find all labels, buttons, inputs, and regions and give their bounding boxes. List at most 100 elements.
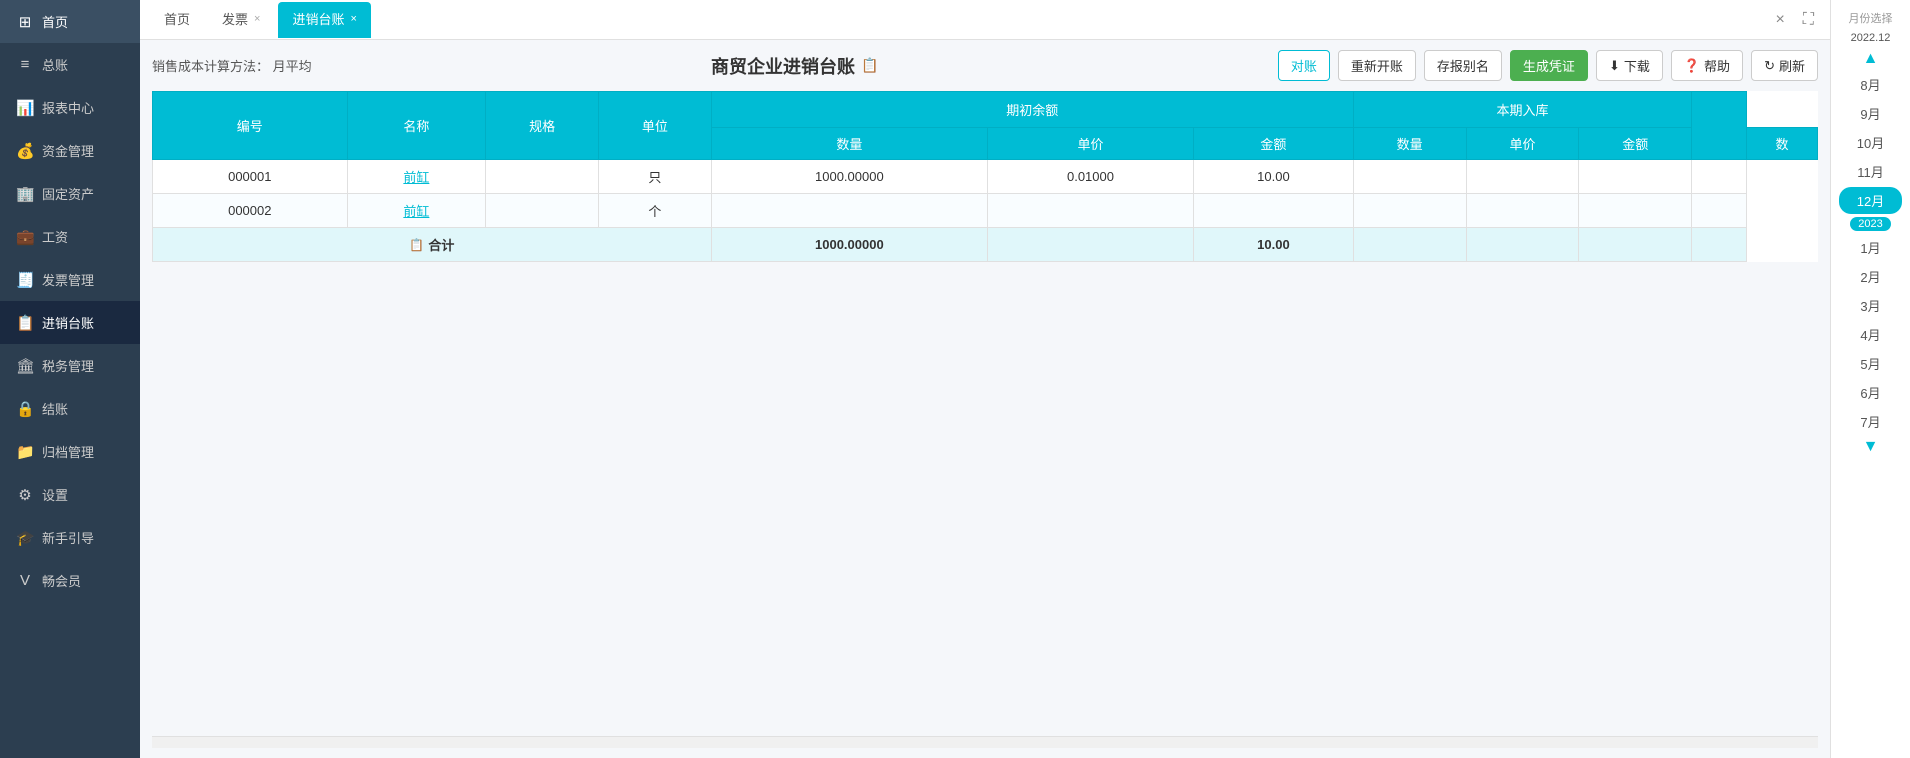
cell-opening-qty-2	[711, 194, 987, 228]
month-item-2023-1[interactable]: 1月	[1831, 233, 1910, 262]
cell-unit-1: 只	[598, 160, 711, 194]
sidebar-item-label: 归档管理	[42, 442, 94, 461]
tab-home-label: 首页	[164, 9, 190, 28]
help-label: 帮助	[1704, 56, 1730, 75]
tab-invoice-close[interactable]: ×	[254, 13, 260, 25]
sidebar-item-payroll[interactable]: 💼 工资	[0, 215, 140, 258]
table-row: 000002 前缸 个	[153, 194, 1818, 228]
refresh-button[interactable]: ↻ 刷新	[1751, 50, 1818, 81]
month-nav-up[interactable]: ▲	[1831, 48, 1910, 70]
purchase-sales-icon: 📋	[16, 314, 34, 332]
refresh-icon: ↻	[1764, 58, 1775, 74]
page-title-icon[interactable]: 📋	[861, 57, 878, 74]
toolbar: 对账 重新开账 存报别名 生成凭证 ⬇ 下载 ❓ 帮助	[1278, 50, 1818, 81]
total-inbound-qty	[1353, 228, 1466, 262]
cell-inbound-qty-2	[1353, 194, 1466, 228]
month-item-2023-4[interactable]: 4月	[1831, 320, 1910, 349]
page-title-text: 商贸企业进销台账	[711, 53, 855, 79]
cell-extra-2	[1692, 194, 1747, 228]
col-header-extra	[1692, 92, 1747, 160]
month-nav-down[interactable]: ▼	[1831, 436, 1910, 458]
month-item-12[interactable]: 12月	[1839, 187, 1902, 214]
total-inbound-price	[1466, 228, 1579, 262]
window-maximize-button[interactable]: ⛶	[1797, 9, 1820, 31]
sub-header-opening-price: 单价	[987, 128, 1193, 160]
report-icon: 📊	[16, 99, 34, 117]
sidebar-item-label: 发票管理	[42, 270, 94, 289]
total-row: 📋 合计 1000.00000 10.00	[153, 228, 1818, 262]
sub-header-opening-amount: 金额	[1194, 128, 1354, 160]
month-year-label-2022: 2022.12	[1831, 30, 1910, 48]
tab-invoice[interactable]: 发票 ×	[208, 2, 274, 38]
sidebar-item-fixed-assets[interactable]: 🏢 固定资产	[0, 172, 140, 215]
sidebar-item-label: 工资	[42, 227, 68, 246]
reopen-button[interactable]: 重新开账	[1338, 50, 1416, 81]
sidebar-item-closing[interactable]: 🔒 结账	[0, 387, 140, 430]
settings-icon: ⚙	[16, 486, 34, 504]
month-item-11[interactable]: 11月	[1831, 157, 1910, 186]
month-item-2023-2[interactable]: 2月	[1831, 262, 1910, 291]
cell-opening-price-1: 0.01000	[987, 160, 1193, 194]
cell-spec-1	[486, 160, 599, 194]
page-content: 销售成本计算方法： 月平均 商贸企业进销台账 📋 对账 重新开账 存报别名 生成…	[140, 40, 1830, 758]
generate-voucher-button[interactable]: 生成凭证	[1510, 50, 1588, 81]
window-close-button[interactable]: ×	[1769, 9, 1790, 31]
month-item-8[interactable]: 8月	[1831, 70, 1910, 99]
cell-name-2: 前缸	[347, 194, 486, 228]
tab-home[interactable]: 首页	[150, 2, 204, 38]
sidebar-item-archive-management[interactable]: 📁 归档管理	[0, 430, 140, 473]
sub-header-opening-qty: 数量	[711, 128, 987, 160]
month-item-2023-3[interactable]: 3月	[1831, 291, 1910, 320]
tax-icon: 🏛	[16, 357, 34, 375]
invoice-icon: 🧾	[16, 271, 34, 289]
sidebar-item-label: 进销台账	[42, 313, 94, 332]
bottom-scrollbar[interactable]	[152, 736, 1818, 748]
page-title: 商贸企业进销台账 📋	[711, 53, 878, 79]
sidebar-item-purchase-sales[interactable]: 📋 进销台账	[0, 301, 140, 344]
cell-opening-amount-2	[1194, 194, 1354, 228]
total-opening-price	[987, 228, 1193, 262]
tab-purchase-sales[interactable]: 进销台账 ×	[278, 2, 370, 38]
month-item-2023-6[interactable]: 6月	[1831, 378, 1910, 407]
cell-name-1: 前缸	[347, 160, 486, 194]
cost-method-label: 销售成本计算方法：	[152, 59, 269, 74]
sidebar-item-label: 新手引导	[42, 528, 94, 547]
sidebar-item-label: 设置	[42, 485, 68, 504]
total-inbound-amount	[1579, 228, 1692, 262]
data-table: 编号 名称 规格 单位 期初余额 本期入库 数量 单价 金额 数量 单价	[152, 91, 1818, 262]
sidebar-item-membership[interactable]: V 畅会员	[0, 559, 140, 602]
sidebar-item-settings[interactable]: ⚙ 设置	[0, 473, 140, 516]
sidebar-item-report-center[interactable]: 📊 报表中心	[0, 86, 140, 129]
tab-bar: 首页 发票 × 进销台账 × × ⛶	[140, 0, 1830, 40]
sidebar-item-home[interactable]: ⊞ 首页	[0, 0, 140, 43]
download-button[interactable]: ⬇ 下载	[1596, 50, 1663, 81]
month-item-9[interactable]: 9月	[1831, 99, 1910, 128]
cost-method-value: 月平均	[273, 59, 312, 74]
reconcile-button[interactable]: 对账	[1278, 50, 1330, 81]
sidebar-item-general-ledger[interactable]: ≡ 总账	[0, 43, 140, 86]
month-item-2023-5[interactable]: 5月	[1831, 349, 1910, 378]
sidebar-item-invoice-management[interactable]: 🧾 发票管理	[0, 258, 140, 301]
sub-header-inbound-price: 单价	[1466, 128, 1579, 160]
cell-inbound-amount-1	[1579, 160, 1692, 194]
help-button[interactable]: ❓ 帮助	[1671, 50, 1743, 81]
sidebar-item-fund-management[interactable]: 💰 资金管理	[0, 129, 140, 172]
month-item-2023-7[interactable]: 7月	[1831, 407, 1910, 436]
guide-icon: 🎓	[16, 529, 34, 547]
sidebar-item-beginner-guide[interactable]: 🎓 新手引导	[0, 516, 140, 559]
sidebar-item-tax-management[interactable]: 🏛 税务管理	[0, 344, 140, 387]
month-selector-title: 月份选择	[1831, 6, 1910, 30]
month-item-10[interactable]: 10月	[1831, 128, 1910, 157]
sub-header-inbound-qty: 数量	[1353, 128, 1466, 160]
year-badge-2023: 2023	[1850, 217, 1890, 231]
sidebar-item-label: 报表中心	[42, 98, 94, 117]
col-header-name: 名称	[347, 92, 486, 160]
tab-window-actions: × ⛶	[1769, 9, 1820, 31]
sidebar-item-label: 结账	[42, 399, 68, 418]
total-icon: 📋	[409, 238, 424, 252]
cell-inbound-price-2	[1466, 194, 1579, 228]
tab-purchase-sales-close[interactable]: ×	[350, 13, 356, 25]
total-label-cell: 📋 合计	[153, 228, 712, 262]
save-alias-button[interactable]: 存报别名	[1424, 50, 1502, 81]
col-header-code: 编号	[153, 92, 348, 160]
